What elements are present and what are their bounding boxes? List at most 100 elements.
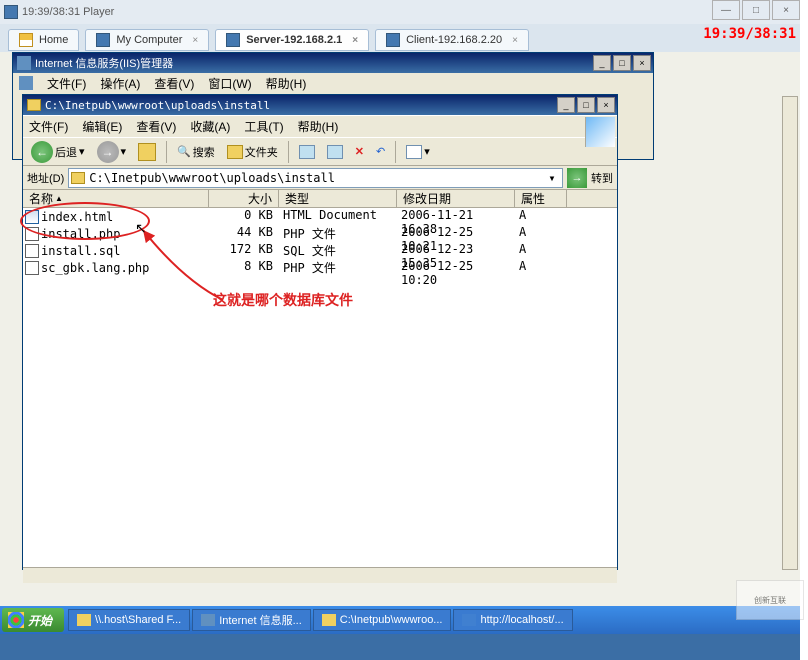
start-label: 开始: [28, 612, 52, 629]
move-to-button[interactable]: [295, 143, 319, 161]
player-title: 19:39/38:31 Player: [22, 6, 114, 18]
menu-file[interactable]: 文件(F): [29, 118, 68, 135]
menu-window[interactable]: 窗口(W): [208, 75, 251, 92]
explorer-title-text: C:\Inetpub\wwwroot\uploads\install: [45, 99, 270, 112]
menu-action[interactable]: 操作(A): [100, 75, 140, 92]
menu-file[interactable]: 文件(F): [47, 75, 86, 92]
sort-asc-icon: ▲: [55, 194, 63, 203]
search-icon: 🔍: [177, 145, 191, 158]
overlay-time: 19:39/38:31: [703, 26, 796, 42]
player-titlebar[interactable]: 19:39/38:31 Player — □ ×: [0, 0, 800, 24]
explorer-close-button[interactable]: ×: [597, 97, 615, 113]
address-value: C:\Inetpub\wwwroot\uploads\install: [89, 171, 335, 185]
undo-icon: ↶: [376, 145, 385, 158]
file-list: 名称▲ 大小 类型 修改日期 属性 index.html 0 KB HTML D…: [23, 189, 617, 567]
file-list-header: 名称▲ 大小 类型 修改日期 属性: [23, 190, 617, 208]
col-type[interactable]: 类型: [279, 190, 397, 207]
undo-button[interactable]: ↶: [372, 143, 389, 160]
tab-client[interactable]: Client-192.168.2.20 ×: [375, 29, 529, 51]
address-input[interactable]: C:\Inetpub\wwwroot\uploads\install ▾: [68, 168, 563, 188]
forward-button[interactable]: → ▾: [93, 139, 131, 165]
address-label: 地址(D): [27, 170, 64, 186]
close-icon[interactable]: ×: [512, 35, 518, 46]
col-date[interactable]: 修改日期: [397, 190, 515, 207]
player-close-button[interactable]: ×: [772, 0, 800, 20]
explorer-scrollbar-h[interactable]: [23, 567, 617, 583]
back-button[interactable]: ← 后退 ▾: [27, 139, 89, 165]
iis-min-button[interactable]: _: [593, 55, 611, 71]
file-row[interactable]: install.sql 172 KB SQL 文件 2006-12-23 15:…: [23, 242, 617, 259]
player-min-button[interactable]: —: [712, 0, 740, 20]
iis-titlebar[interactable]: Internet 信息服务(IIS)管理器: [13, 53, 653, 73]
toolbar-separator: [395, 141, 396, 163]
col-attr[interactable]: 属性: [515, 190, 567, 207]
taskbar-item[interactable]: Internet 信息服...: [192, 609, 311, 631]
menu-tools[interactable]: 工具(T): [244, 118, 283, 135]
menu-favorites[interactable]: 收藏(A): [190, 118, 230, 135]
tab-label: Server-192.168.2.1: [246, 34, 342, 46]
iis-scrollbar[interactable]: [782, 96, 798, 570]
iis-close-button[interactable]: ×: [633, 55, 651, 71]
taskbar-item[interactable]: http://localhost/...: [453, 609, 572, 631]
player-window: 19:39/38:31 Player — □ × 19:39/38:31 Hom…: [0, 0, 800, 660]
copy-to-icon: [327, 145, 343, 159]
tab-label: Client-192.168.2.20: [406, 34, 502, 46]
menu-view[interactable]: 查看(V): [136, 118, 176, 135]
forward-arrow-icon: →: [97, 141, 119, 163]
screen-icon: [386, 33, 400, 47]
move-to-icon: [299, 145, 315, 159]
windows-logo-icon: [8, 612, 24, 628]
iis-system-icon[interactable]: [19, 76, 33, 90]
address-dropdown-icon[interactable]: ▾: [544, 171, 560, 185]
menu-help[interactable]: 帮助(H): [298, 118, 339, 135]
explorer-min-button[interactable]: _: [557, 97, 575, 113]
col-size[interactable]: 大小: [209, 190, 279, 207]
close-icon[interactable]: ×: [352, 35, 358, 46]
taskbar-item[interactable]: \\.host\Shared F...: [68, 609, 190, 631]
tab-label: Home: [39, 34, 68, 46]
search-button[interactable]: 🔍 搜索: [173, 142, 219, 162]
taskbar-item[interactable]: C:\Inetpub\wwwroo...: [313, 609, 452, 631]
player-icon: [4, 5, 18, 19]
file-row[interactable]: index.html 0 KB HTML Document 2006-11-21…: [23, 208, 617, 225]
copy-to-button[interactable]: [323, 143, 347, 161]
vm-tab-bar: Home My Computer × Server-192.168.2.1 × …: [0, 24, 800, 52]
tab-my-computer[interactable]: My Computer ×: [85, 29, 209, 51]
back-arrow-icon: ←: [31, 141, 53, 163]
remote-desktop: Internet 信息服务(IIS)管理器 _ □ × 文件(F) 操作(A) …: [0, 52, 800, 634]
menu-view[interactable]: 查看(V): [154, 75, 194, 92]
explorer-window[interactable]: C:\Inetpub\wwwroot\uploads\install _ □ ×…: [22, 94, 618, 570]
tab-server[interactable]: Server-192.168.2.1 ×: [215, 29, 369, 51]
go-label: 转到: [591, 170, 613, 186]
file-row[interactable]: install.php 44 KB PHP 文件 2006-12-25 10:2…: [23, 225, 617, 242]
iis-menu-bar: 文件(F) 操作(A) 查看(V) 窗口(W) 帮助(H): [13, 73, 653, 93]
go-button[interactable]: →: [567, 168, 587, 188]
start-button[interactable]: 开始: [2, 608, 64, 632]
explorer-menu-bar: 文件(F) 编辑(E) 查看(V) 收藏(A) 工具(T) 帮助(H): [23, 115, 617, 137]
iis-max-button[interactable]: □: [613, 55, 631, 71]
delete-icon: ✕: [355, 145, 364, 158]
views-icon: [406, 145, 422, 159]
folder-icon: [322, 614, 336, 626]
windows-flag-icon: [585, 117, 615, 147]
menu-edit[interactable]: 编辑(E): [82, 118, 122, 135]
folders-button[interactable]: 文件夹: [223, 142, 282, 162]
chevron-down-icon: ▾: [424, 145, 430, 158]
tab-home[interactable]: Home: [8, 29, 79, 51]
player-max-button[interactable]: □: [742, 0, 770, 20]
up-button[interactable]: [134, 141, 160, 163]
back-label: 后退: [55, 144, 77, 160]
home-icon: [19, 33, 33, 47]
col-name[interactable]: 名称▲: [23, 190, 209, 207]
delete-button[interactable]: ✕: [351, 143, 368, 160]
explorer-max-button[interactable]: □: [577, 97, 595, 113]
menu-help[interactable]: 帮助(H): [266, 75, 307, 92]
close-icon[interactable]: ×: [192, 35, 198, 46]
explorer-titlebar[interactable]: C:\Inetpub\wwwroot\uploads\install: [23, 95, 617, 115]
screen-icon: [226, 33, 240, 47]
file-row[interactable]: sc_gbk.lang.php 8 KB PHP 文件 2006-12-25 1…: [23, 259, 617, 276]
iis-title-text: Internet 信息服务(IIS)管理器: [35, 55, 173, 71]
views-button[interactable]: ▾: [402, 143, 434, 161]
php-file-icon: [25, 261, 39, 275]
taskbar: 开始 \\.host\Shared F... Internet 信息服... C…: [0, 606, 800, 634]
